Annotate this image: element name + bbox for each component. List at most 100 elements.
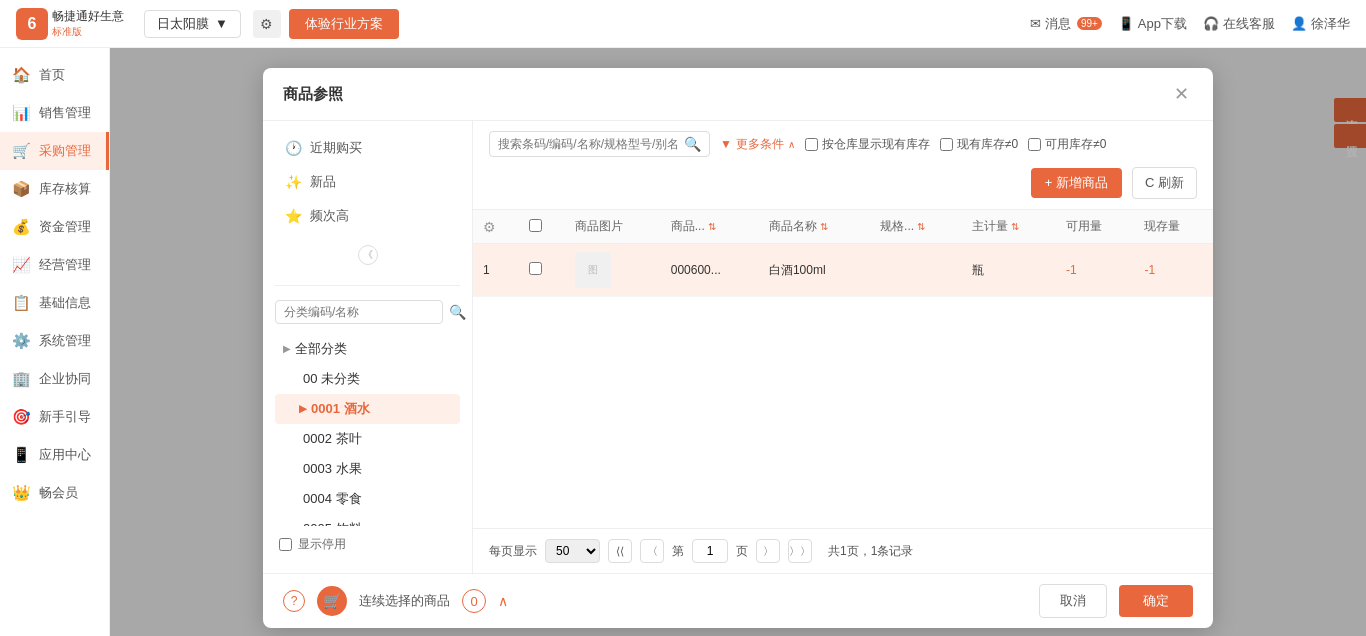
last-page-btn[interactable]: 〉〉 (788, 539, 812, 563)
settings-icon[interactable]: ⚙ (253, 10, 281, 38)
filter-icon: ▼ (720, 137, 732, 151)
menu-frequent[interactable]: ⭐ 频次高 (275, 199, 460, 233)
nav-selector[interactable]: 日太阳膜 ▼ (144, 10, 241, 38)
product-image: 图 (575, 252, 611, 288)
row-checkbox[interactable] (529, 262, 542, 275)
filter-available-checkbox[interactable] (1028, 138, 1041, 151)
th-unit[interactable]: 主计量 ⇅ (962, 210, 1056, 244)
menu-new[interactable]: ✨ 新品 (275, 165, 460, 199)
sort-unit-icon: ⇅ (1011, 221, 1019, 232)
cat-0002[interactable]: 0002 茶叶 (275, 424, 460, 454)
online-service-btn[interactable]: 🎧 在线客服 (1203, 15, 1275, 33)
user-profile[interactable]: 👤 徐泽华 (1291, 15, 1350, 33)
cat-0005[interactable]: 0005 饮料 (275, 514, 460, 526)
business-icon: 📈 (12, 256, 31, 274)
help-icon[interactable]: ? (283, 590, 305, 612)
cancel-btn[interactable]: 取消 (1039, 584, 1107, 618)
td-stock: -1 (1134, 244, 1213, 297)
next-page-btn[interactable]: 〉 (756, 539, 780, 563)
td-image: 图 (565, 244, 660, 297)
left-menu: 🕐 近期购买 ✨ 新品 ⭐ 频次高 (263, 131, 472, 233)
sidebar-item-sales[interactable]: 📊 销售管理 (0, 94, 109, 132)
modal-body: 🕐 近期购买 ✨ 新品 ⭐ 频次高 (263, 121, 1213, 573)
trial-btn[interactable]: 体验行业方案 (289, 9, 399, 39)
finance-icon: 💰 (12, 218, 31, 236)
td-index: 1 (473, 244, 519, 297)
td-code: 000600... (661, 244, 759, 297)
top-nav: 6 畅捷通好生意 标准版 日太阳膜 ▼ ⚙ 体验行业方案 ✉ 消息 99+ 📱 … (0, 0, 1366, 48)
cat-0004[interactable]: 0004 零食 (275, 484, 460, 514)
classify-search-icon[interactable]: 🔍 (449, 304, 466, 320)
sidebar-item-collab[interactable]: 🏢 企业协同 (0, 360, 109, 398)
sort-code-icon: ⇅ (708, 221, 716, 232)
sidebar-item-business[interactable]: 📈 经营管理 (0, 246, 109, 284)
first-page-btn[interactable]: ⟨⟨ (608, 539, 632, 563)
new-icon: ✨ (285, 174, 302, 190)
gear-settings-icon[interactable]: ⚙ (483, 219, 496, 235)
sidebar-item-finance[interactable]: 💰 资金管理 (0, 208, 109, 246)
table-row[interactable]: 1 图 000600... 白酒100ml 瓶 (473, 244, 1213, 297)
messages-btn[interactable]: ✉ 消息 99+ (1030, 15, 1102, 33)
prev-page-btn[interactable]: 〈 (640, 539, 664, 563)
cat-0001[interactable]: ▶ 0001 酒水 (275, 394, 460, 424)
td-available: -1 (1056, 244, 1134, 297)
category-tree: ▶ 全部分类 00 未分类 ▶ 0001 酒水 (263, 330, 472, 526)
product-reference-modal: 商品参照 ✕ 🕐 近期购买 ✨ 新 (263, 68, 1213, 628)
classify-search-input[interactable] (275, 300, 443, 324)
cat-arrow-all: ▶ (283, 343, 291, 354)
modal-toolbar: 🔍 ▼ 更多条件 ∧ 按仓库显示现有库存 (473, 121, 1213, 210)
modal-right-panel: 🔍 ▼ 更多条件 ∧ 按仓库显示现有库存 (473, 121, 1213, 573)
select-all-checkbox[interactable] (529, 219, 542, 232)
sidebar-item-guide[interactable]: 🎯 新手引导 (0, 398, 109, 436)
sidebar-item-system[interactable]: ⚙️ 系统管理 (0, 322, 109, 360)
sidebar-item-member[interactable]: 👑 畅会员 (0, 474, 109, 512)
modal-header: 商品参照 ✕ (263, 68, 1213, 121)
filter-warehouse-checkbox[interactable] (805, 138, 818, 151)
collapse-footer-btn[interactable]: ∧ (498, 593, 508, 609)
show-disabled-checkbox[interactable] (279, 538, 292, 551)
cart-icon[interactable]: 🛒 (317, 586, 347, 616)
refresh-btn[interactable]: C 刷新 (1132, 167, 1197, 199)
per-page-label: 每页显示 (489, 543, 537, 560)
sidebar-item-inventory[interactable]: 📦 库存核算 (0, 170, 109, 208)
td-spec (870, 244, 962, 297)
td-checkbox (519, 244, 565, 297)
modal-title: 商品参照 (283, 85, 343, 104)
filter-warehouse: 按仓库显示现有库存 (805, 136, 930, 153)
product-search-input[interactable] (498, 137, 678, 151)
frequent-icon: ⭐ (285, 208, 302, 224)
confirm-btn[interactable]: 确定 (1119, 585, 1193, 617)
th-spec[interactable]: 规格... ⇅ (870, 210, 962, 244)
cat-all[interactable]: ▶ 全部分类 (275, 334, 460, 364)
add-product-btn[interactable]: + 新增商品 (1031, 168, 1122, 198)
filter-current-stock: 现有库存≠0 (940, 136, 1018, 153)
collab-icon: 🏢 (12, 370, 31, 388)
more-filter-btn[interactable]: ▼ 更多条件 ∧ (720, 136, 795, 153)
purchase-icon: 🛒 (12, 142, 31, 160)
total-info: 共1页，1条记录 (828, 543, 913, 560)
sidebar-item-purchase[interactable]: 🛒 采购管理 (0, 132, 109, 170)
home-icon: 🏠 (12, 66, 31, 84)
th-stock: 现存量 (1134, 210, 1213, 244)
modal-close-btn[interactable]: ✕ (1169, 82, 1193, 106)
cat-arrow-0001: ▶ (299, 403, 307, 414)
sidebar-item-home[interactable]: 🏠 首页 (0, 56, 109, 94)
page-input[interactable] (692, 539, 728, 563)
th-name[interactable]: 商品名称 ⇅ (759, 210, 870, 244)
th-code[interactable]: 商品... ⇅ (661, 210, 759, 244)
cat-0003[interactable]: 0003 水果 (275, 454, 460, 484)
per-page-select[interactable]: 50 10 20 100 (545, 539, 600, 563)
product-search-box: 🔍 (489, 131, 710, 157)
cat-00[interactable]: 00 未分类 (275, 364, 460, 394)
app-download-btn[interactable]: 📱 App下载 (1118, 15, 1187, 33)
product-table: ⚙ 商品图片 商品... ⇅ 商品名称 ⇅ 规格... ⇅ 主计量 ⇅ 可用量 (473, 210, 1213, 297)
th-checkbox (519, 210, 565, 244)
product-search-icon[interactable]: 🔍 (684, 136, 701, 152)
collapse-left-btn[interactable]: 《 (358, 245, 378, 265)
menu-recent[interactable]: 🕐 近期购买 (275, 131, 460, 165)
inventory-icon: 📦 (12, 180, 31, 198)
sidebar-item-apps[interactable]: 📱 应用中心 (0, 436, 109, 474)
filter-current-checkbox[interactable] (940, 138, 953, 151)
sidebar-item-basic[interactable]: 📋 基础信息 (0, 284, 109, 322)
apps-icon: 📱 (12, 446, 31, 464)
